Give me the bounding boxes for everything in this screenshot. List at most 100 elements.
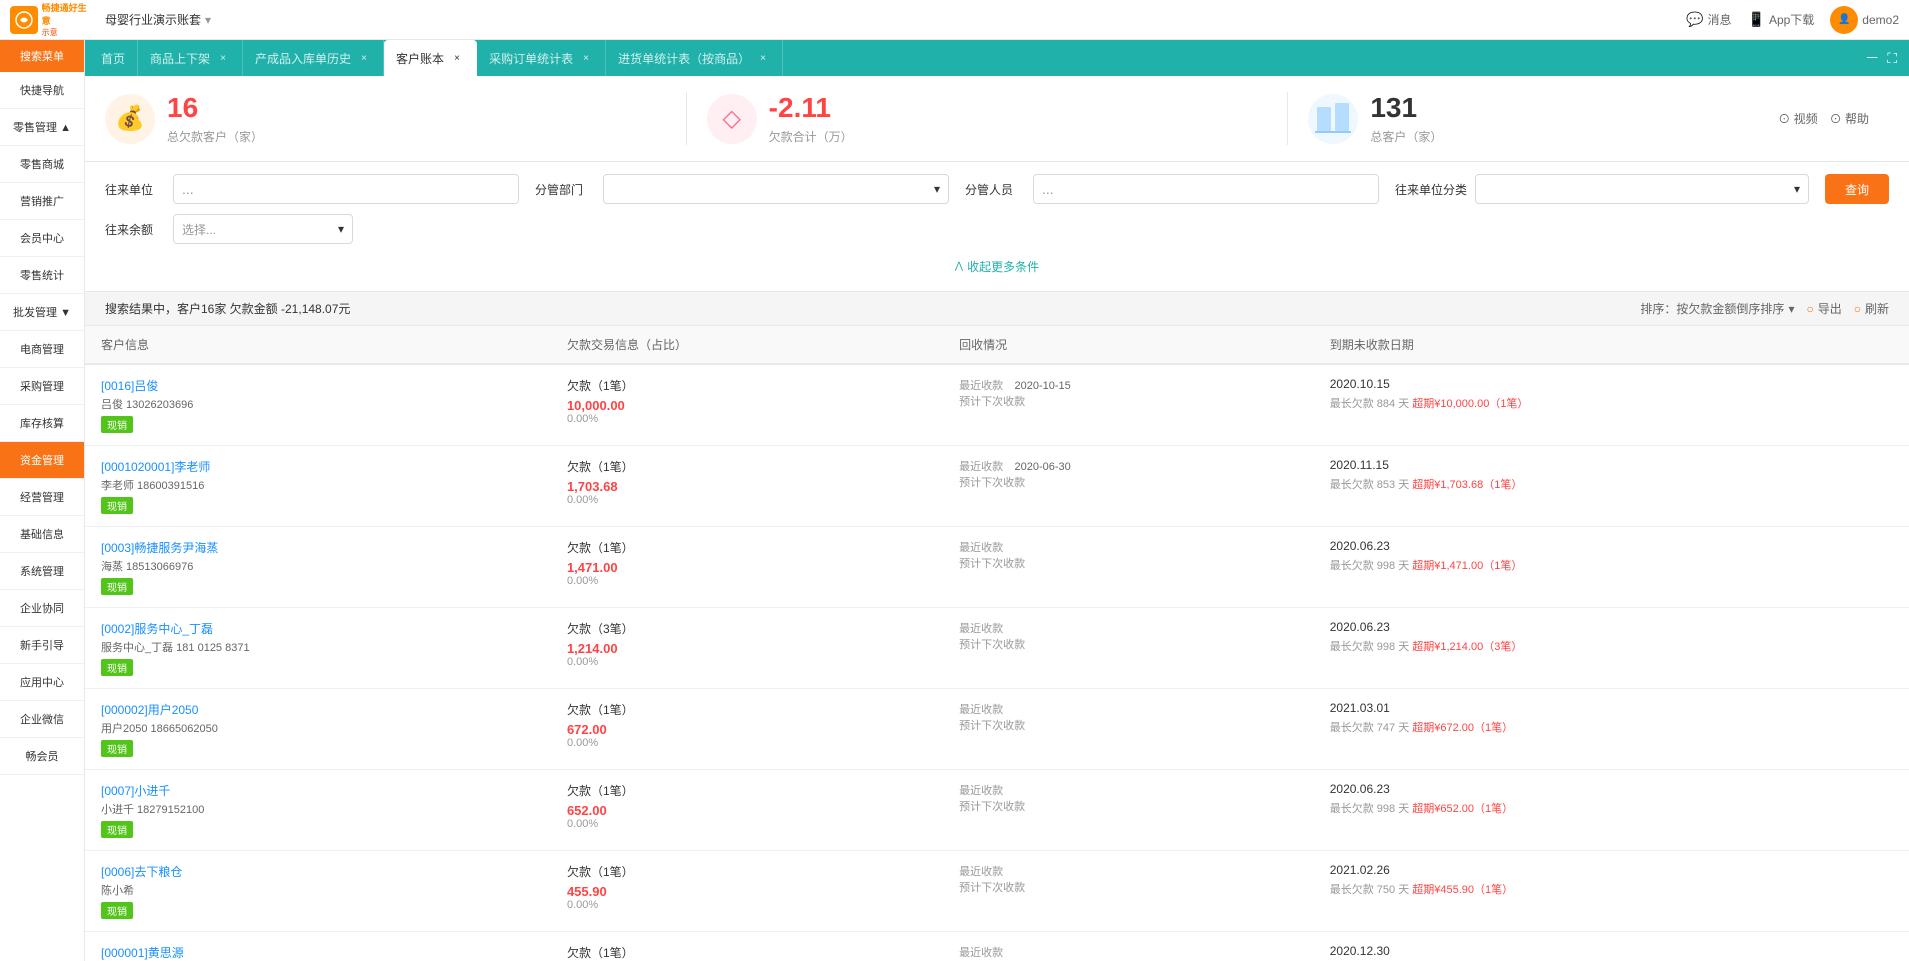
customer-name-link[interactable]: [0001020001]李老师 [101,458,535,475]
stat-value-debt-customers: 16 [167,92,263,124]
th-overdue-date: 到期未收款日期 [1314,326,1909,364]
sidebar-item-app-center[interactable]: 应用中心 [0,664,84,701]
filter-balance-select[interactable]: 选择... ▾ [173,214,353,244]
overdue-date-cell: 2020.06.23 最长欠款 998 天 超期¥1,471.00（1笔） [1314,527,1909,608]
avatar: 👤 [1830,6,1858,34]
debt-amount[interactable]: 455.90 [567,884,927,899]
video-btn[interactable]: ⊙ 视频 [1778,110,1817,127]
debt-amount[interactable]: 652.00 [567,803,927,818]
filter-dept-select[interactable]: ▾ [603,174,949,204]
refresh-button[interactable]: ○ 刷新 [1854,300,1889,317]
sidebar-item-retail-mgmt[interactable]: 零售管理 ▲ [0,109,84,146]
stat-icon-debt-amount: ◇ [707,94,757,144]
customer-info-cell: [0001020001]李老师 李老师 18600391516 现销 [85,446,551,527]
debt-count: 欠款（1笔） [567,539,927,556]
tab-product-inbound[interactable]: 产成品入库单历史 × [243,40,384,76]
th-customer-info: 客户信息 [85,326,551,364]
overdue-link[interactable]: 超期¥672.00（1笔） [1412,722,1513,734]
sidebar-item-marketing[interactable]: 营销推广 [0,183,84,220]
last-recovery-label: 最近收款 [959,944,1298,960]
debt-amount[interactable]: 1,214.00 [567,641,927,656]
debt-info-cell: 欠款（1笔） 10,000.00 0.00% [551,364,943,446]
result-summary: 搜索结果中，客户16家 欠款金额 -21,148.07元 [105,300,350,317]
filter-unit-category-select[interactable]: ▾ [1475,174,1809,204]
debt-percent: 0.00% [567,413,927,425]
export-button[interactable]: ○ 导出 [1806,300,1841,317]
help-btn[interactable]: ⊙ 帮助 [1830,110,1869,127]
sidebar-item-base-info[interactable]: 基础信息 [0,516,84,553]
overdue-link[interactable]: 超期¥1,214.00（3笔） [1412,641,1522,653]
overdue-link[interactable]: 超期¥10,000.00（1笔） [1412,398,1528,410]
sidebar-item-newbie[interactable]: 新手引导 [0,627,84,664]
next-recovery-label: 预计下次收款 [959,393,1298,409]
customer-name-link[interactable]: [0007]小进千 [101,782,535,799]
sidebar-item-retail-stats[interactable]: 零售统计 [0,257,84,294]
sidebar-item-ops[interactable]: 经营管理 [0,479,84,516]
sidebar-item-enterprise[interactable]: 企业协同 [0,590,84,627]
sidebar-item-finance[interactable]: 资金管理 [0,442,84,479]
debt-count: 欠款（3笔） [567,620,927,637]
debt-info-cell: 欠款（3笔） 1,214.00 0.00% [551,608,943,689]
next-recovery-label: 预计下次收款 [959,717,1298,733]
tab-minus-icon[interactable]: － [1865,48,1879,68]
overdue-info: 最长欠款 998 天 超期¥652.00（1笔） [1330,800,1893,816]
customer-tag: 现销 [101,902,133,919]
sidebar-item-purchase[interactable]: 采购管理 [0,368,84,405]
sidebar-item-vip[interactable]: 畅会员 [0,738,84,775]
customer-name-link[interactable]: [0002]服务中心_丁磊 [101,620,535,637]
tab-home[interactable]: 首页 [89,40,138,76]
overdue-link[interactable]: 超期¥652.00（1笔） [1412,803,1513,815]
customer-name-link[interactable]: [0006]去下粮仓 [101,863,535,880]
overdue-link[interactable]: 超期¥1,471.00（1笔） [1412,560,1522,572]
debt-amount[interactable]: 10,000.00 [567,398,927,413]
tab-close-inbound-stats[interactable]: × [756,51,770,65]
stat-debt-amount: ◇ -2.11 欠款合计（万） [687,92,1289,145]
sidebar-item-ecommerce[interactable]: 电商管理 [0,331,84,368]
stat-label-debt-customers: 总欠款客户（家） [167,128,263,145]
next-recovery-label: 预计下次收款 [959,474,1298,490]
tab-product-listing[interactable]: 商品上下架 × [138,40,243,76]
sidebar-item-retail-mall[interactable]: 零售商城 [0,146,84,183]
overdue-date-cell: 2020.06.23 最长欠款 998 天 超期¥652.00（1笔） [1314,770,1909,851]
app-download-btn[interactable]: 📱 App下载 [1748,11,1815,28]
table-row: [0006]去下粮仓 陈小希 现销 欠款（1笔） 455.90 0.00% 最近… [85,851,1909,932]
overdue-link[interactable]: 超期¥1,703.68（1笔） [1412,479,1522,491]
tab-close-product-inbound[interactable]: × [357,51,371,65]
industry-selector[interactable]: 母婴行业演示账套 ▾ [95,11,1686,28]
customer-name-link[interactable]: [000002]用户2050 [101,701,535,718]
last-recovery-label: 最近收款 2020-06-30 [959,458,1298,474]
tab-close-purchase-order[interactable]: × [579,51,593,65]
tab-close-customer-account[interactable]: × [450,51,464,65]
filter-from-unit-input[interactable]: ... [173,174,519,204]
sidebar-search[interactable]: 搜索菜单 [0,40,84,72]
sidebar-item-wechat[interactable]: 企业微信 [0,701,84,738]
user-menu[interactable]: 👤 demo2 [1830,6,1899,34]
customer-name-link[interactable]: [0016]吕俊 [101,377,535,394]
overdue-link[interactable]: 超期¥455.90（1笔） [1412,884,1513,896]
sort-selector[interactable]: 排序：按欠款金额倒序排序 ▾ [1640,300,1794,317]
filter-person-input[interactable]: ... [1033,174,1379,204]
sidebar-item-member[interactable]: 会员中心 [0,220,84,257]
debt-info-cell: 欠款（1笔） 1,471.00 0.00% [551,527,943,608]
tab-inbound-stats[interactable]: 进货单统计表（按商品） × [606,40,783,76]
sidebar-item-quick-nav[interactable]: 快捷导航 [0,72,84,109]
debt-amount[interactable]: 672.00 [567,722,927,737]
collapse-button[interactable]: ⋀ 收起更多条件 [105,254,1889,279]
customer-name-link[interactable]: [000001]黄思源 [101,944,535,961]
message-btn[interactable]: 💬 消息 [1686,11,1731,28]
tab-close-product-listing[interactable]: × [216,51,230,65]
tab-customer-account[interactable]: 客户账本 × [384,40,477,76]
debt-amount[interactable]: 1,703.68 [567,479,927,494]
sidebar-item-sys[interactable]: 系统管理 [0,553,84,590]
sidebar-item-inventory[interactable]: 库存核算 [0,405,84,442]
tab-purchase-order[interactable]: 采购订单统计表 × [477,40,606,76]
debt-amount[interactable]: 1,471.00 [567,560,927,575]
customer-name-link[interactable]: [0003]畅捷服务尹海蒸 [101,539,535,556]
stat-icon-debt-customers: 💰 [105,94,155,144]
query-button[interactable]: 查询 [1825,174,1889,204]
sidebar-item-batch-mgmt[interactable]: 批发管理 ▼ [0,294,84,331]
customer-info-cell: [000002]用户2050 用户2050 18665062050 现销 [85,689,551,770]
tab-expand-icon[interactable]: ⛶ [1887,50,1897,67]
th-recovery: 回收情况 [943,326,1314,364]
recovery-cell: 最近收款 2020-06-30 预计下次收款 [943,446,1314,527]
